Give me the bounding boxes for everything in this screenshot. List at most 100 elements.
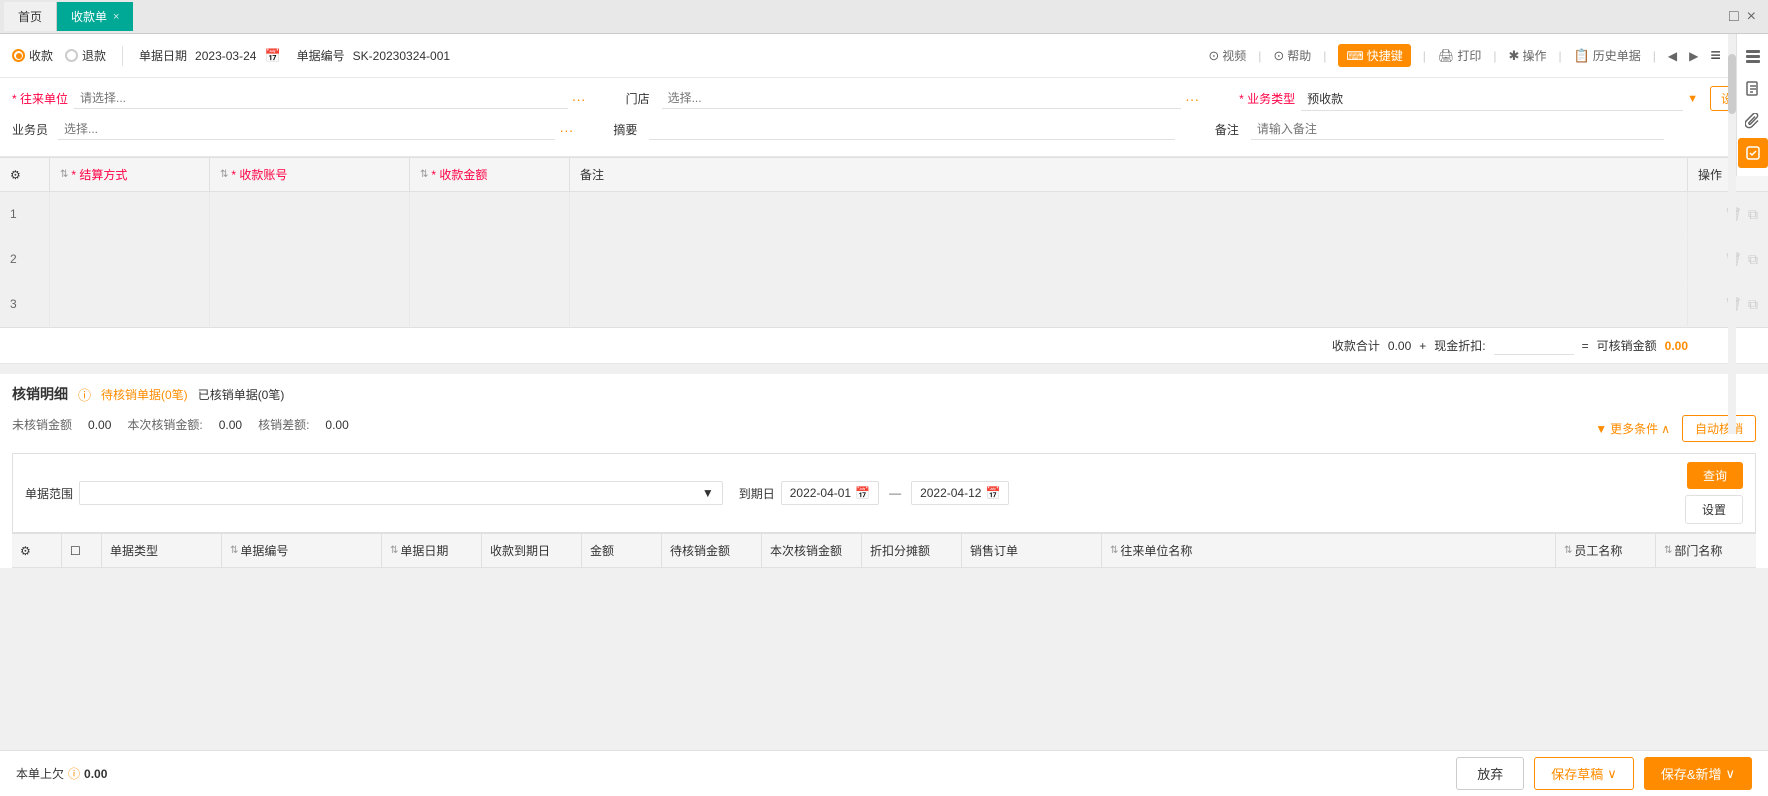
print-btn[interactable]: 🖨 打印 [1438, 47, 1482, 64]
summary-input[interactable] [649, 119, 1174, 140]
scrollbar[interactable] [1728, 34, 1736, 434]
th-settlement-label: * 结算方式 [71, 166, 127, 183]
help-btn[interactable]: ⊙ 帮助 [1273, 47, 1311, 64]
bth-settings[interactable]: ⚙ [12, 534, 62, 567]
nav-next[interactable]: ▶ [1689, 49, 1698, 63]
calendar-to-icon[interactable]: 📅 [985, 486, 1000, 500]
bth-settings-icon[interactable]: ⚙ [20, 544, 31, 558]
help-label: 帮助 [1287, 47, 1311, 64]
plus-sign: + [1419, 339, 1426, 353]
copy-icon-1[interactable]: ⧉ [1748, 206, 1758, 223]
radio-collection-label: 收款 [29, 47, 53, 64]
discount-input[interactable] [1494, 336, 1574, 355]
staff-more-icon[interactable]: ··· [559, 122, 573, 138]
history-btn[interactable]: 📋 历史单据 [1574, 47, 1641, 64]
tab-home[interactable]: 首页 [4, 2, 57, 31]
form-area: * 往来单位 ··· 门店 ··· * 业务类型 预收款 ▼ 设置 业务员 ··… [0, 78, 1768, 157]
bth-doc-date: ⇅ 单据日期 [382, 534, 482, 567]
biz-type-dropdown-icon[interactable]: ▼ [1687, 93, 1698, 105]
copy-icon-3[interactable]: ⧉ [1748, 296, 1758, 313]
table-section: ⚙ ⇅ * 结算方式 ⇅ * 收款账号 ⇅ * 收款金额 备注 操作 1 🗑 ⧉ [0, 157, 1768, 328]
counterpart-more-icon[interactable]: ··· [572, 91, 586, 107]
draft-label: 保存草稿 [1551, 764, 1603, 783]
bth-due-date: 收款到期日 [482, 534, 582, 567]
done-tab[interactable]: 已核销单据(0笔) [198, 386, 285, 403]
bottom-value: 0.00 [84, 767, 107, 781]
operation-btn[interactable]: ✱ 操作 [1509, 47, 1547, 64]
store-more-icon[interactable]: ··· [1185, 91, 1199, 107]
td-note-2[interactable] [570, 237, 1688, 281]
summary-label: 摘要 [613, 121, 643, 138]
doc-info: 单据日期 2023-03-24 📅 [139, 47, 281, 64]
td-settlement-3[interactable] [50, 282, 210, 326]
td-amount-1[interactable] [410, 192, 570, 236]
bth-amount-label: 金额 [590, 542, 614, 559]
td-account-1[interactable] [210, 192, 410, 236]
bottom-info-icon[interactable]: ⓘ [68, 765, 80, 782]
diff-value: 0.00 [325, 418, 348, 432]
top-toolbar: 收款 退款 单据日期 2023-03-24 📅 单据编号 SK-20230324… [0, 34, 1768, 78]
td-settlement-1[interactable] [50, 192, 210, 236]
sidebar-doc-icon[interactable] [1738, 74, 1768, 104]
pending-tab[interactable]: 待核销单据(0笔) [101, 386, 188, 403]
operation-label: 操作 [1522, 47, 1546, 64]
query-btn[interactable]: 查询 [1687, 462, 1743, 489]
radio-refund[interactable]: 退款 [65, 47, 106, 64]
th-settings-icon[interactable]: ⚙ [10, 168, 21, 182]
video-btn[interactable]: ⊙ 视频 [1208, 47, 1246, 64]
history-icon: 📋 [1574, 48, 1590, 64]
tab-close-icon[interactable]: × [113, 11, 119, 23]
nav-prev[interactable]: ◀ [1668, 49, 1677, 63]
td-amount-2[interactable] [410, 237, 570, 281]
abandon-btn[interactable]: 放弃 [1456, 757, 1524, 790]
bth-checkbox-icon[interactable]: ☐ [70, 544, 81, 558]
row-num-2: 2 [10, 252, 17, 266]
th-settings[interactable]: ⚙ [0, 158, 50, 191]
bth-doc-type: 单据类型 [102, 534, 222, 567]
calendar-icon[interactable]: 📅 [264, 48, 280, 64]
td-account-3[interactable] [210, 282, 410, 326]
copy-icon-2[interactable]: ⧉ [1748, 251, 1758, 268]
bth-checkbox[interactable]: ☐ [62, 534, 102, 567]
nav-prev-icon: ◀ [1668, 49, 1677, 63]
draft-btn[interactable]: 保存草稿 ∨ [1534, 757, 1634, 790]
td-settlement-2[interactable] [50, 237, 210, 281]
sidebar-attach-icon[interactable] [1738, 106, 1768, 136]
counterpart-input[interactable] [74, 88, 568, 109]
td-amount-3[interactable] [410, 282, 570, 326]
save-label: 保存&新增 [1661, 764, 1722, 783]
scrollbar-thumb[interactable] [1728, 54, 1736, 114]
td-note-3[interactable] [570, 282, 1688, 326]
verify-info-icon[interactable]: ⓘ [78, 385, 91, 404]
td-account-2[interactable] [210, 237, 410, 281]
sort-icon-dept: ⇅ [1664, 545, 1672, 556]
td-note-1[interactable] [570, 192, 1688, 236]
save-btn[interactable]: 保存&新增 ∨ [1644, 757, 1752, 790]
note-input[interactable] [1251, 119, 1664, 140]
bth-doc-type-label: 单据类型 [110, 542, 158, 559]
counterpart-field: * 往来单位 ··· [12, 88, 586, 109]
shortcut-btn[interactable]: ⌨ 快捷键 [1338, 44, 1410, 67]
date-to-value: 2022-04-12 [920, 486, 981, 500]
sidebar-active-icon[interactable] [1738, 138, 1768, 168]
calendar-from-icon[interactable]: 📅 [855, 486, 870, 500]
discount-label: 现金折扣: [1434, 337, 1485, 354]
sidebar-table-icon[interactable] [1738, 42, 1768, 72]
range-select[interactable]: ▼ [79, 481, 723, 505]
window-maximize-icon[interactable]: □ [1729, 8, 1739, 26]
more-filter-btn[interactable]: ▼ 更多条件 ∧ [1595, 420, 1670, 437]
range-field: 单据范围 ▼ [25, 481, 723, 505]
menu-icon[interactable]: ≡ [1710, 45, 1721, 66]
bth-discount: 折扣分摊额 [862, 534, 962, 567]
range-label: 单据范围 [25, 485, 73, 502]
staff-input[interactable] [58, 119, 555, 140]
store-input[interactable] [662, 88, 1182, 109]
radio-collection[interactable]: 收款 [12, 47, 53, 64]
date-from-picker[interactable]: 2022-04-01 📅 [781, 481, 879, 505]
verify-section: 核销明细 ⓘ 待核销单据(0笔) 已核销单据(0笔) 未核销金额 0.00 本次… [0, 374, 1768, 568]
table-settings-btn[interactable]: 设置 [1685, 495, 1743, 524]
window-close-icon[interactable]: × [1747, 8, 1756, 26]
date-to-picker[interactable]: 2022-04-12 📅 [911, 481, 1009, 505]
auto-verify-btn[interactable]: 自动核销 [1682, 415, 1756, 442]
tab-active[interactable]: 收款单 × [57, 2, 133, 31]
